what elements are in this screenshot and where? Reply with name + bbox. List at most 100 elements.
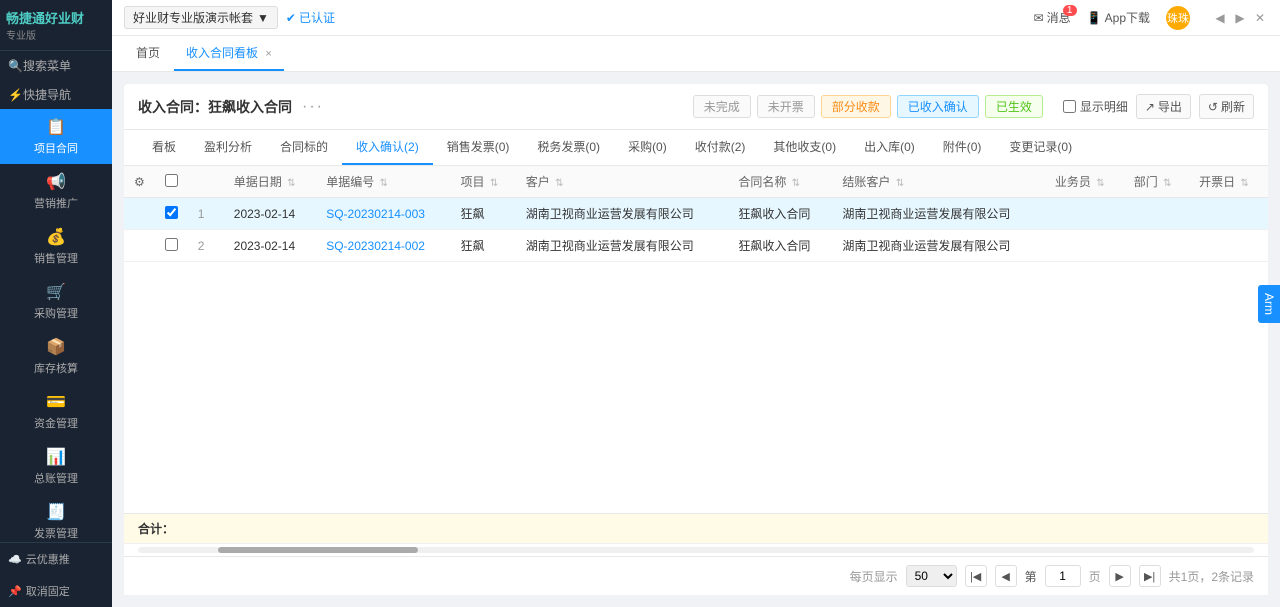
sort-date-icon: ⇅ xyxy=(287,178,295,189)
right-float-button[interactable]: Arm xyxy=(1258,285,1280,323)
sub-tab-change-log[interactable]: 变更记录(0) xyxy=(995,130,1086,165)
sidebar-item-invoice[interactable]: 🧾 发票管理 xyxy=(0,494,112,542)
cloud-label: 云优惠推 xyxy=(26,551,70,567)
export-button[interactable]: ↗ 导出 xyxy=(1136,94,1191,119)
sub-tab-profit[interactable]: 盈利分析 xyxy=(190,130,266,165)
company-selector[interactable]: 好业财专业版演示帐套 ▼ xyxy=(124,6,278,29)
first-page-button[interactable]: |◀ xyxy=(965,565,987,587)
sort-contract-icon: ⇅ xyxy=(792,178,800,189)
prev-page-button[interactable]: ◀ xyxy=(995,565,1017,587)
row2-contract-cell: 狂飙收入合同 xyxy=(728,230,832,262)
company-name: 好业财专业版演示帐套 xyxy=(133,9,253,26)
scrollbar-thumb[interactable] xyxy=(218,547,418,553)
sub-tab-contract-standard[interactable]: 合同标的 xyxy=(266,130,342,165)
row2-orderno-cell[interactable]: SQ-20230214-002 xyxy=(316,230,450,262)
th-department[interactable]: 部门 ⇅ xyxy=(1124,166,1189,198)
sub-tab-other-income[interactable]: 其他收支(0) xyxy=(759,130,850,165)
row2-checkbox-cell[interactable] xyxy=(155,230,188,262)
th-salesperson[interactable]: 业务员 ⇅ xyxy=(1045,166,1124,198)
sidebar-item-project[interactable]: 📋 项目合同 xyxy=(0,109,112,164)
right-float-label: Arm xyxy=(1262,293,1276,315)
status-effective[interactable]: 已生效 xyxy=(985,95,1043,118)
status-partial-collected[interactable]: 部分收款 xyxy=(821,95,891,118)
per-page-select[interactable]: 50 100 200 xyxy=(906,565,957,587)
th-customer[interactable]: 客户 ⇅ xyxy=(516,166,729,198)
sub-tab-income-confirm[interactable]: 收入确认(2) xyxy=(342,130,433,165)
sub-tab-other-income-label: 其他收支(0) xyxy=(773,140,836,154)
scrollbar-track[interactable] xyxy=(138,547,1254,553)
sub-tab-kanban[interactable]: 看板 xyxy=(138,130,190,165)
status-incomplete[interactable]: 未完成 xyxy=(693,95,751,118)
pagination: 每页显示 50 100 200 |◀ ◀ 第 1 页 ▶ ▶| 共1页，2条记录 xyxy=(124,556,1268,595)
display-fine-toggle[interactable]: 显示明细 xyxy=(1063,98,1128,115)
page-number-input[interactable]: 1 xyxy=(1045,565,1081,587)
nav-back-button[interactable]: ◀ xyxy=(1212,10,1228,26)
tab-close-icon[interactable]: × xyxy=(265,48,271,60)
sidebar-bottom-pin[interactable]: 📌 取消固定 xyxy=(0,575,112,607)
select-all-checkbox[interactable] xyxy=(165,174,178,187)
table-row[interactable]: 1 2023-02-14 SQ-20230214-003 狂飙 湖南卫视商业运营… xyxy=(124,198,1268,230)
th-contract-name[interactable]: 合同名称 ⇅ xyxy=(728,166,832,198)
row2-project-cell: 狂飙 xyxy=(450,230,515,262)
messages-button[interactable]: ✉ 消息 1 xyxy=(1034,9,1071,26)
display-fine-checkbox[interactable] xyxy=(1063,100,1076,113)
row1-order-link[interactable]: SQ-20230214-003 xyxy=(326,207,425,221)
sub-tab-outbound[interactable]: 出入库(0) xyxy=(850,130,929,165)
tab-contract-board[interactable]: 收入合同看板 × xyxy=(174,36,284,71)
th-order-no[interactable]: 单据编号 ⇅ xyxy=(316,166,450,198)
sidebar-bottom: ☁️ 云优惠推 📌 取消固定 xyxy=(0,542,112,607)
header-actions: 显示明细 ↗ 导出 ↺ 刷新 xyxy=(1063,94,1254,119)
sidebar-item-inventory[interactable]: 📦 库存核算 xyxy=(0,329,112,384)
row2-order-link[interactable]: SQ-20230214-002 xyxy=(326,239,425,253)
inventory-icon: 📦 xyxy=(46,337,66,357)
avatar[interactable]: 珠珠 xyxy=(1166,6,1190,30)
sidebar-item-capital[interactable]: 💳 资金管理 xyxy=(0,384,112,439)
nav-forward-button[interactable]: ▶ xyxy=(1232,10,1248,26)
sub-tab-purchase[interactable]: 采购(0) xyxy=(614,130,681,165)
quick-nav-label: 快捷导航 xyxy=(23,86,71,103)
row1-orderno-cell[interactable]: SQ-20230214-003 xyxy=(316,198,450,230)
sidebar-item-general[interactable]: 📊 总账管理 xyxy=(0,439,112,494)
status-confirmed[interactable]: 已收入确认 xyxy=(897,95,979,118)
sub-tab-outbound-label: 出入库(0) xyxy=(864,140,915,154)
sub-tab-sales-invoice[interactable]: 销售发票(0) xyxy=(433,130,524,165)
app-download-button[interactable]: 📱 App下载 xyxy=(1087,9,1150,26)
close-button[interactable]: ✕ xyxy=(1252,10,1268,26)
last-page-button[interactable]: ▶| xyxy=(1139,565,1161,587)
sidebar-item-marketing-label: 营销推广 xyxy=(34,195,78,211)
sidebar-item-marketing[interactable]: 📢 营销推广 xyxy=(0,164,112,219)
app-logo: 畅捷通好业财 专业版 xyxy=(0,0,112,51)
row1-checkbox[interactable] xyxy=(165,206,178,219)
sub-tab-profit-label: 盈利分析 xyxy=(204,140,252,154)
sidebar-item-sales[interactable]: 💰 销售管理 xyxy=(0,219,112,274)
row2-checkbox[interactable] xyxy=(165,238,178,251)
sidebar: 畅捷通好业财 专业版 🔍 搜索菜单 ⚡ 快捷导航 📋 项目合同 📢 营销推广 💰… xyxy=(0,0,112,607)
per-page-label: 每页显示 xyxy=(850,568,898,585)
sidebar-item-purchase[interactable]: 🛒 采购管理 xyxy=(0,274,112,329)
sub-tab-tax-invoice[interactable]: 税务发票(0) xyxy=(523,130,614,165)
table-row[interactable]: 2 2023-02-14 SQ-20230214-002 狂飙 湖南卫视商业运营… xyxy=(124,230,1268,262)
refresh-button[interactable]: ↺ 刷新 xyxy=(1199,94,1254,119)
tab-home[interactable]: 首页 xyxy=(124,36,172,71)
row1-checkbox-cell[interactable] xyxy=(155,198,188,230)
cert-label: 已认证 xyxy=(299,9,335,26)
refresh-label: 刷新 xyxy=(1221,98,1245,115)
row1-customer-cell: 湖南卫视商业运营发展有限公司 xyxy=(516,198,729,230)
search-menu-button[interactable]: 🔍 搜索菜单 xyxy=(0,51,112,80)
settings-icon[interactable]: ⚙ xyxy=(134,175,145,189)
table-scroll-area[interactable]: ⚙ 单据日期 ⇅ xyxy=(124,166,1268,513)
tab-home-label: 首页 xyxy=(136,46,160,60)
sidebar-bottom-cloud[interactable]: ☁️ 云优惠推 xyxy=(0,543,112,575)
quick-nav-button[interactable]: ⚡ 快捷导航 xyxy=(0,80,112,109)
th-date[interactable]: 单据日期 ⇅ xyxy=(224,166,316,198)
sub-tab-attachment[interactable]: 附件(0) xyxy=(929,130,996,165)
th-billing-customer[interactable]: 结账客户 ⇅ xyxy=(832,166,1045,198)
purchase-icon: 🛒 xyxy=(46,282,66,302)
th-project[interactable]: 项目 ⇅ xyxy=(450,166,515,198)
contract-more-button[interactable]: ··· xyxy=(302,98,324,116)
next-page-button[interactable]: ▶ xyxy=(1109,565,1131,587)
sub-tab-payment[interactable]: 收付款(2) xyxy=(681,130,760,165)
content-area: 首页 收入合同看板 × 收入合同：狂飙收入合同 ··· 未完成 未开票 部分收款… xyxy=(112,36,1280,607)
status-not-invoiced[interactable]: 未开票 xyxy=(757,95,815,118)
th-open-date[interactable]: 开票日 ⇅ xyxy=(1189,166,1268,198)
